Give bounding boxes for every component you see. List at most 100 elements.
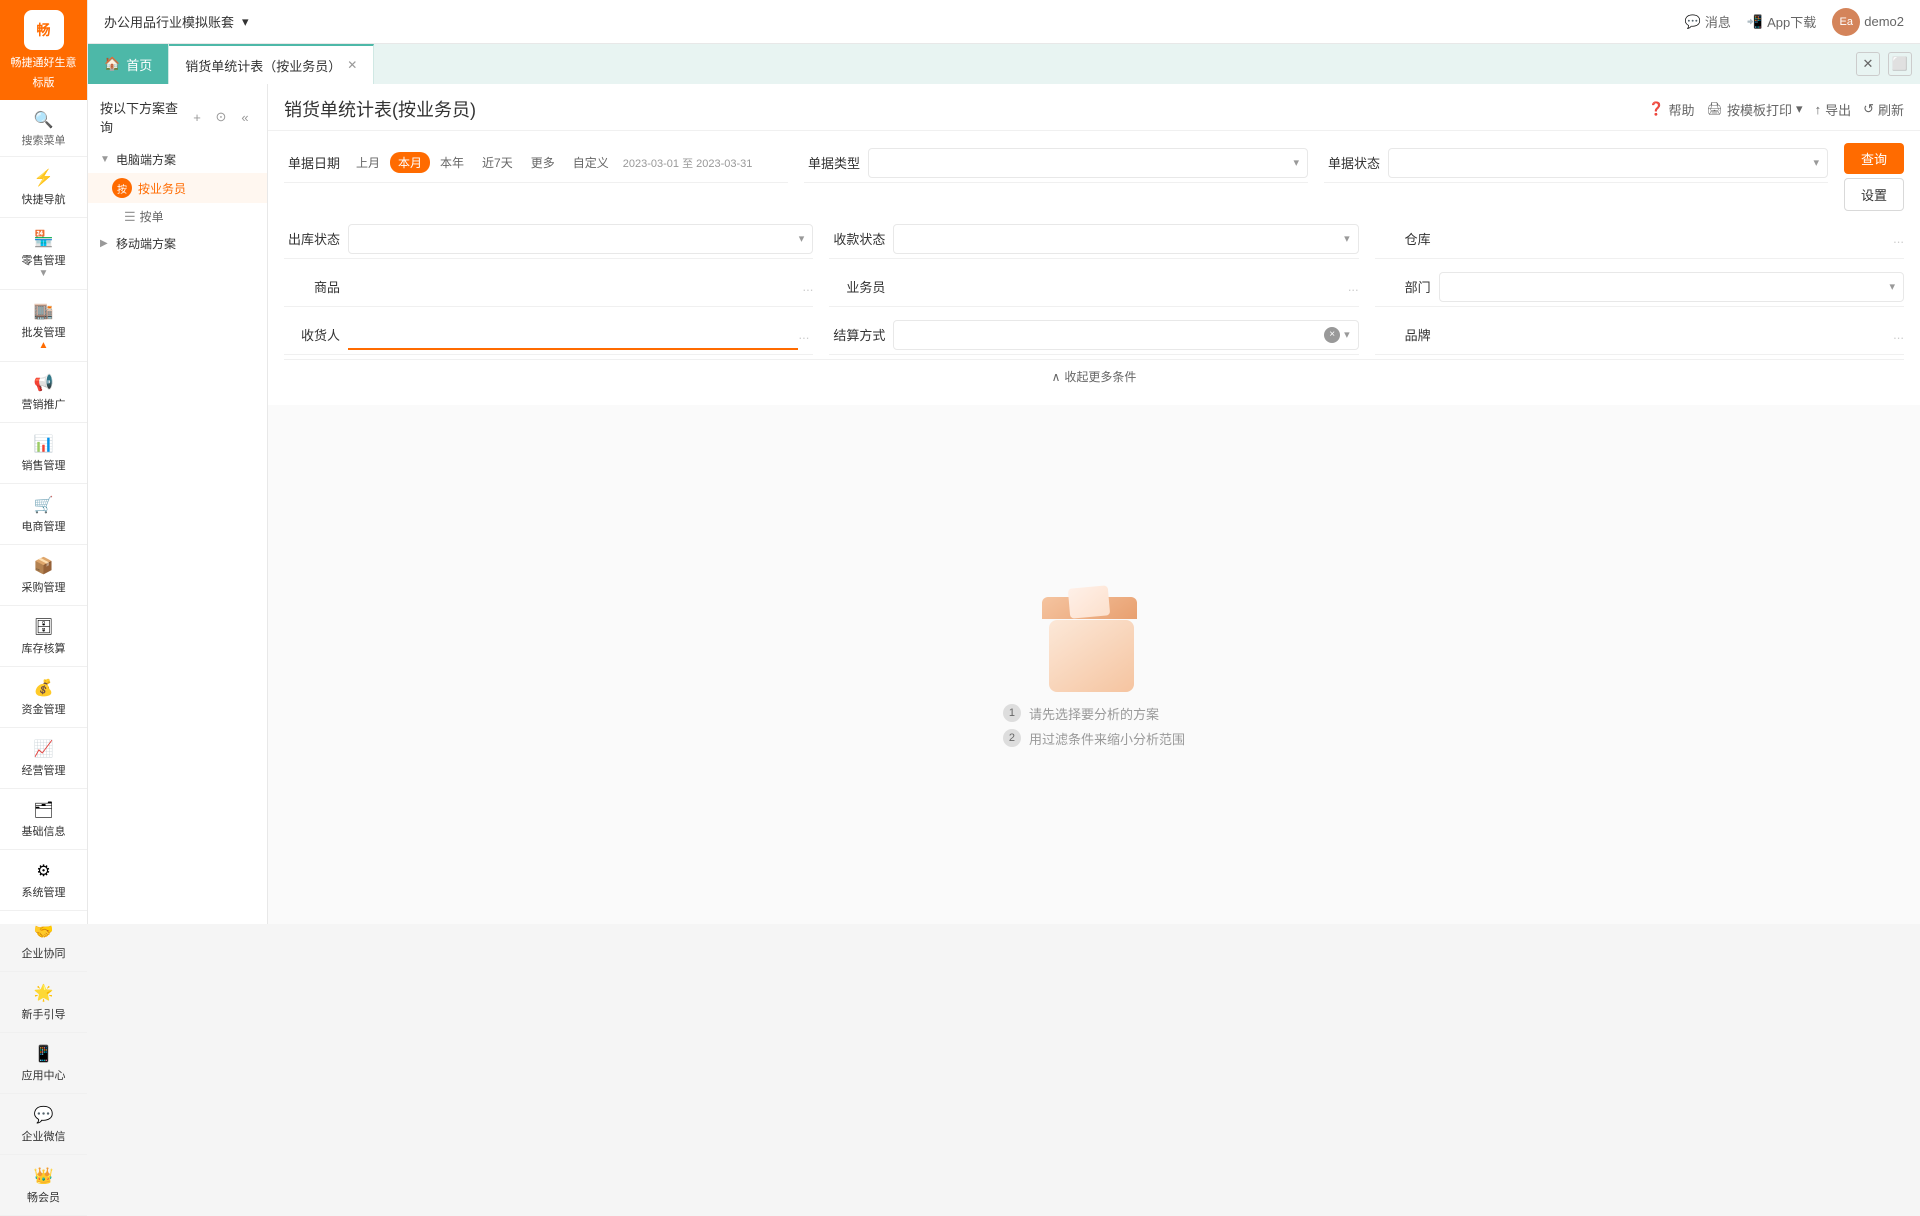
sidebar-item-base[interactable]: 🗂 基础信息: [0, 789, 87, 850]
tree-item-pc[interactable]: ▼ 电脑端方案: [88, 146, 267, 173]
by-salesperson-label: 按业务员: [138, 180, 186, 197]
settlement-label: 结算方式: [829, 325, 885, 344]
sidebar-item-finance[interactable]: 💰 资金管理: [0, 667, 87, 728]
inventory-icon: 🗄: [33, 616, 55, 638]
by-order-icon: ☰: [124, 209, 136, 225]
sidebar-item-retail[interactable]: 🏪 零售管理 ▼: [0, 218, 87, 290]
scheme-settings-btn[interactable]: ⊙: [211, 107, 231, 127]
out-status-cell: 出库状态 ▾: [284, 219, 813, 259]
salesperson-input[interactable]: ...: [893, 279, 1358, 294]
tab-close-btn[interactable]: ✕: [347, 58, 357, 72]
right-panel: 销货单统计表(按业务员) ❓ 帮助 🖨 按模板打印 ▾ ↑ 导出: [268, 84, 1920, 924]
sidebar-item-newbie[interactable]: 🌟 新手引导: [0, 972, 87, 1033]
export-label: 导出: [1825, 100, 1851, 119]
left-panel-actions: + ⊙ «: [187, 107, 255, 127]
settlement-clear-btn[interactable]: ×: [1324, 327, 1340, 343]
tab-maximize-btn[interactable]: ⬜: [1888, 52, 1912, 76]
workspace-title: 办公用品行业模拟账套: [104, 12, 234, 31]
sidebar-logo[interactable]: 畅 畅捷通好生意 标版: [0, 0, 87, 100]
date-range-text: 2023-03-01 至 2023-03-31: [623, 155, 753, 171]
date-tab-last-month[interactable]: 上月: [348, 152, 388, 173]
workspace-dropdown[interactable]: ▾: [242, 14, 249, 30]
app-download-btn[interactable]: 📲 App下载: [1747, 12, 1816, 31]
department-select[interactable]: ▾: [1439, 272, 1904, 302]
collab-icon: 🤝: [33, 921, 55, 943]
sidebar-item-operations[interactable]: 📈 经营管理: [0, 728, 87, 789]
settings-btn[interactable]: 设置: [1844, 178, 1904, 211]
topbar-right: 💬 消息 📲 App下载 Ea demo2: [1685, 8, 1904, 36]
base-icon: 🗂: [33, 799, 55, 821]
finance-icon: 💰: [33, 677, 55, 699]
sales-icon: 📊: [33, 433, 55, 455]
export-btn[interactable]: ↑ 导出: [1815, 100, 1852, 119]
retail-arrow: ▼: [39, 268, 49, 279]
avatar: Ea: [1832, 8, 1860, 36]
tab-close-all-btn[interactable]: ✕: [1856, 52, 1880, 76]
sidebar-item-collab[interactable]: 🤝 企业协同: [0, 911, 87, 972]
print-dropdown-arrow: ▾: [1796, 101, 1803, 117]
tree-expand-arrow: ▼: [100, 154, 112, 165]
wholesale-label: 批发管理: [22, 324, 66, 340]
marketing-icon: 📢: [33, 372, 55, 394]
step2-text: 用过滤条件来缩小分析范围: [1029, 729, 1185, 748]
doc-status-arrow: ▾: [1813, 156, 1819, 169]
add-scheme-btn[interactable]: +: [187, 107, 207, 127]
help-btn[interactable]: ❓ 帮助: [1648, 100, 1694, 119]
collapse-panel-btn[interactable]: «: [235, 107, 255, 127]
tree-child-by-salesperson[interactable]: 按 按业务员: [88, 173, 267, 203]
tree-item-mobile[interactable]: ▶ 移动端方案: [88, 230, 267, 257]
collapse-filters-btn[interactable]: ∧ 收起更多条件: [1052, 368, 1137, 385]
query-btn[interactable]: 查询: [1844, 143, 1904, 174]
message-btn[interactable]: 💬 消息: [1685, 12, 1731, 31]
help-icon: ❓: [1648, 101, 1664, 117]
payment-status-select[interactable]: ▾: [893, 224, 1358, 254]
goods-input[interactable]: ...: [348, 279, 813, 294]
sidebar-item-marketing[interactable]: 📢 营销推广: [0, 362, 87, 423]
date-tab-this-year[interactable]: 本年: [432, 152, 472, 173]
wholesale-arrow: ▲: [39, 340, 49, 351]
logo-icon: 畅: [24, 10, 64, 50]
member-icon: 👑: [33, 1165, 55, 1187]
warehouse-input[interactable]: ...: [1439, 231, 1904, 246]
date-tab-custom[interactable]: 自定义: [565, 152, 617, 173]
user-profile-btn[interactable]: Ea demo2: [1832, 8, 1904, 36]
sidebar-item-inventory[interactable]: 🗄 库存核算: [0, 606, 87, 667]
wholesale-icon: 🏬: [33, 300, 55, 322]
date-tab-this-month[interactable]: 本月: [390, 152, 430, 173]
sidebar-item-member[interactable]: 👑 畅会员: [0, 1155, 87, 1216]
sidebar-item-ecommerce[interactable]: 🛒 电商管理: [0, 484, 87, 545]
tab-sales-stat[interactable]: 销货单统计表（按业务员） ✕: [169, 44, 374, 84]
doc-type-select[interactable]: ▾: [868, 148, 1308, 178]
brand-cell: 品牌 ...: [1375, 315, 1904, 355]
date-tab-more[interactable]: 更多: [523, 152, 563, 173]
newbie-icon: 🌟: [33, 982, 55, 1004]
sidebar-item-apps[interactable]: 📱 应用中心: [0, 1033, 87, 1094]
sidebar-item-wholesale[interactable]: 🏬 批发管理 ▲: [0, 290, 87, 362]
doc-status-select[interactable]: ▾: [1388, 148, 1828, 178]
collapse-bar: ∧ 收起更多条件: [284, 359, 1904, 393]
template-print-btn[interactable]: 🖨 按模板打印 ▾: [1707, 100, 1803, 119]
sidebar-item-wechat[interactable]: 💬 企业微信: [0, 1094, 87, 1155]
sidebar-item-quick-nav[interactable]: ⚡ 快捷导航: [0, 157, 87, 218]
app-download-icon: 📲: [1747, 14, 1763, 30]
settlement-select[interactable]: × ▾: [893, 320, 1358, 350]
doc-status-cell: 单据状态 ▾: [1324, 143, 1828, 183]
box-body: [1049, 620, 1134, 692]
refresh-btn[interactable]: ↺ 刷新: [1863, 100, 1904, 119]
member-label: 畅会员: [27, 1189, 60, 1205]
sidebar-search[interactable]: 🔍 搜索菜单: [0, 100, 87, 157]
wechat-icon: 💬: [33, 1104, 55, 1126]
date-tab-7days[interactable]: 近7天: [474, 152, 521, 173]
consignee-input[interactable]: [348, 320, 798, 350]
tab-home[interactable]: 🏠 首页: [88, 44, 169, 84]
brand-label: 品牌: [1375, 325, 1431, 344]
empty-step1: 1 请先选择要分析的方案: [1003, 704, 1185, 723]
sidebar-item-system[interactable]: ⚙ 系统管理: [0, 850, 87, 911]
out-status-select[interactable]: ▾: [348, 224, 813, 254]
brand-input[interactable]: ...: [1439, 327, 1904, 342]
empty-step2: 2 用过滤条件来缩小分析范围: [1003, 729, 1185, 748]
tree-sub-item-by-order[interactable]: ☰ 按单: [88, 203, 267, 230]
help-label: 帮助: [1668, 100, 1694, 119]
sidebar-item-sales[interactable]: 📊 销售管理: [0, 423, 87, 484]
sidebar-item-purchase[interactable]: 📦 采购管理: [0, 545, 87, 606]
